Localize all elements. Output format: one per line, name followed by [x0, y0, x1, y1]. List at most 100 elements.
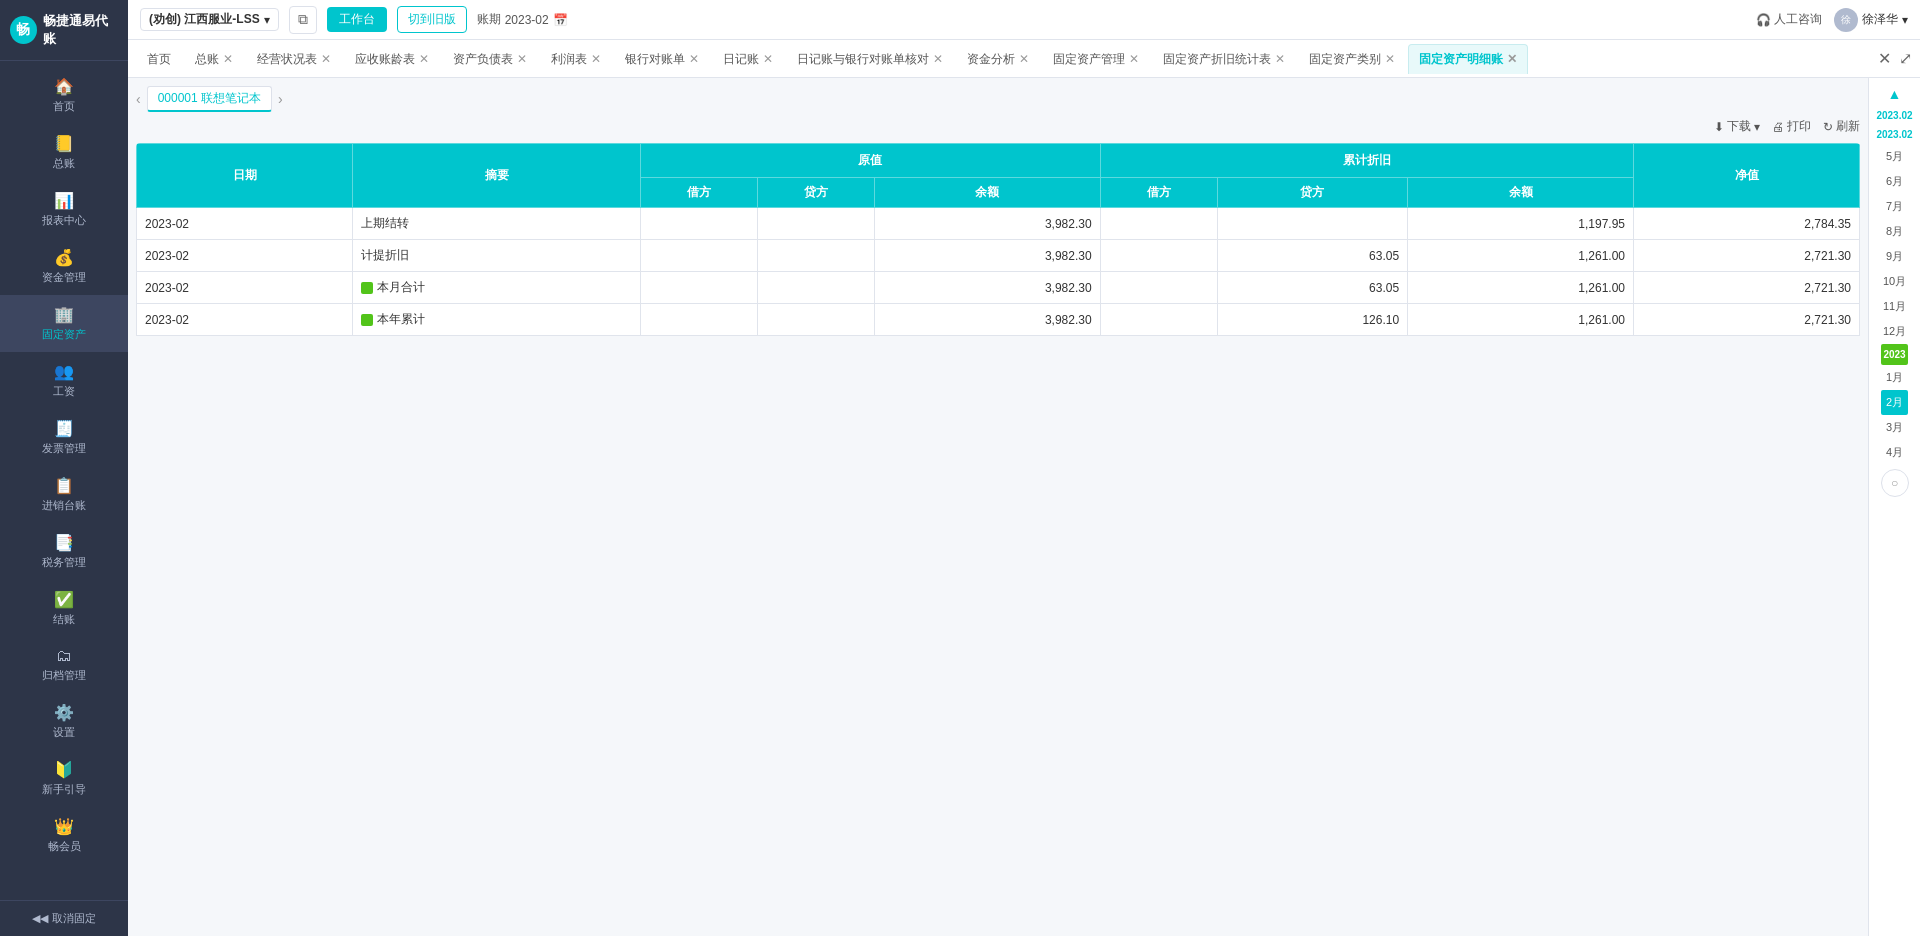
tab-status[interactable]: 经营状况表 ✕	[246, 44, 342, 74]
tab-fixed-mgmt[interactable]: 固定资产管理✕	[1042, 44, 1150, 74]
tab-close-journal[interactable]: ✕	[763, 52, 773, 66]
tab-close-profit[interactable]: ✕	[591, 52, 601, 66]
tab-fund[interactable]: 资金分析✕	[956, 44, 1040, 74]
expand-tabs-button[interactable]: ⤢	[1899, 49, 1912, 68]
tax-icon: 📑	[54, 533, 74, 552]
cell-orig-credit	[757, 304, 874, 336]
tab-label: 固定资产类别	[1309, 51, 1381, 68]
month-item-9月[interactable]: 9月	[1881, 244, 1908, 269]
breadcrumb-item[interactable]: 000001 联想笔记本	[147, 86, 272, 112]
tab-label: 经营状况表	[257, 51, 317, 68]
user-menu[interactable]: 徐 徐泽华 ▾	[1834, 8, 1908, 32]
sidebar-item-settlement[interactable]: ✅结账	[0, 580, 128, 637]
cell-summary: 上期结转	[353, 208, 640, 240]
month-item-8月[interactable]: 8月	[1881, 219, 1908, 244]
sidebar-item-invoice[interactable]: 🧾发票管理	[0, 409, 128, 466]
period-top-2[interactable]: 2023.02	[1869, 125, 1920, 144]
copy-button[interactable]: ⧉	[289, 6, 317, 34]
tab-label: 利润表	[551, 51, 587, 68]
month-item-4月[interactable]: 4月	[1881, 440, 1908, 465]
tab-close-bank-journal[interactable]: ✕	[933, 52, 943, 66]
tab-close-fixed-mgmt[interactable]: ✕	[1129, 52, 1139, 66]
scroll-circle-button[interactable]: ○	[1881, 469, 1909, 497]
breadcrumb-forward[interactable]: ›	[278, 91, 283, 107]
tab-close-ledger[interactable]: ✕	[223, 52, 233, 66]
sidebar-item-label: 结账	[53, 612, 75, 627]
sidebar-item-member[interactable]: 👑畅会员	[0, 807, 128, 864]
cell-orig-balance: 3,982.30	[874, 304, 1100, 336]
download-button[interactable]: ⬇ 下载 ▾	[1714, 118, 1760, 135]
sidebar-item-label: 设置	[53, 725, 75, 740]
sidebar-item-sales[interactable]: 📋进销台账	[0, 466, 128, 523]
cell-orig-debit	[640, 208, 757, 240]
month-item-7月[interactable]: 7月	[1881, 194, 1908, 219]
fixed-asset-detail-table: 日期 摘要 原值 累计折旧 净值 借方 贷方 余额 借方 贷方 余额	[136, 143, 1860, 336]
month-item-12月[interactable]: 12月	[1881, 319, 1908, 344]
sidebar-item-label: 首页	[53, 99, 75, 114]
tab-close-fixed-category[interactable]: ✕	[1385, 52, 1395, 66]
month-item-10月[interactable]: 10月	[1881, 269, 1908, 294]
month-item-11月[interactable]: 11月	[1881, 294, 1908, 319]
cell-accum-debit	[1100, 240, 1217, 272]
sidebar-item-ledger[interactable]: 📒总账	[0, 124, 128, 181]
tab-fixed-category[interactable]: 固定资产类别 ✕	[1298, 44, 1406, 74]
tab-assets[interactable]: 资产负债表✕	[442, 44, 538, 74]
sidebar-item-fund[interactable]: 💰资金管理	[0, 238, 128, 295]
cell-net-value: 2,721.30	[1634, 240, 1860, 272]
month-item-6月[interactable]: 6月	[1881, 169, 1908, 194]
period-top-1[interactable]: 2023.02	[1869, 106, 1920, 125]
close-all-tabs-button[interactable]: ✕	[1878, 49, 1891, 68]
month-item-5月[interactable]: 5月	[1881, 144, 1908, 169]
month-item-3月[interactable]: 3月	[1881, 415, 1908, 440]
sidebar-item-label: 畅会员	[48, 839, 81, 854]
workbench-button[interactable]: 工作台	[327, 7, 387, 32]
sidebar-item-fixed-assets[interactable]: 🏢固定资产	[0, 295, 128, 352]
tab-fixed-detail[interactable]: 固定资产明细账✕	[1408, 44, 1528, 74]
tab-close-bank[interactable]: ✕	[689, 52, 699, 66]
tab-ledger[interactable]: 总账✕	[184, 44, 244, 74]
month-item-2023[interactable]: 2023	[1881, 344, 1908, 365]
sidebar-item-reports[interactable]: 📊报表中心	[0, 181, 128, 238]
tab-home[interactable]: 首页	[136, 44, 182, 74]
sidebar-item-home[interactable]: 🏠首页	[0, 67, 128, 124]
refresh-button[interactable]: ↻ 刷新	[1823, 118, 1860, 135]
sidebar-item-payroll[interactable]: 👥工资	[0, 352, 128, 409]
cell-accum-balance: 1,261.00	[1408, 272, 1634, 304]
print-button[interactable]: 🖨 打印	[1772, 118, 1811, 135]
calendar-icon[interactable]: 📅	[553, 13, 568, 27]
month-item-2月[interactable]: 2月	[1881, 390, 1908, 415]
cell-summary: 本年累计	[353, 304, 640, 336]
tab-fixed-depreciation[interactable]: 固定资产折旧统计表✕	[1152, 44, 1296, 74]
scroll-up-arrow[interactable]: ▲	[1884, 82, 1906, 106]
tab-profit[interactable]: 利润表 ✕	[540, 44, 612, 74]
sidebar-item-settings[interactable]: ⚙️设置	[0, 693, 128, 750]
sidebar-item-archive[interactable]: 🗂归档管理	[0, 637, 128, 693]
tab-bank[interactable]: 银行对账单✕	[614, 44, 710, 74]
tab-close-fixed-detail[interactable]: ✕	[1507, 52, 1517, 66]
breadcrumb-back[interactable]: ‹	[136, 91, 141, 107]
tab-close-assets[interactable]: ✕	[517, 52, 527, 66]
ledger-icon: 📒	[54, 134, 74, 153]
tab-label: 首页	[147, 51, 171, 68]
cell-accum-credit	[1217, 208, 1407, 240]
tab-journal[interactable]: 日记账✕	[712, 44, 784, 74]
tab-close-receivable[interactable]: ✕	[419, 52, 429, 66]
sidebar-item-guide[interactable]: 🔰新手引导	[0, 750, 128, 807]
archive-icon: 🗂	[56, 647, 72, 665]
switch-version-button[interactable]: 切到旧版	[397, 6, 467, 33]
tab-bank-journal[interactable]: 日记账与银行对账单核对✕	[786, 44, 954, 74]
tab-close-fixed-depreciation[interactable]: ✕	[1275, 52, 1285, 66]
cell-net-value: 2,721.30	[1634, 304, 1860, 336]
company-selector[interactable]: (劝创) 江西服业-LSS ▾	[140, 8, 279, 31]
tab-close-status[interactable]: ✕	[321, 52, 331, 66]
cell-accum-balance: 1,261.00	[1408, 240, 1634, 272]
sidebar-item-tax[interactable]: 📑税务管理	[0, 523, 128, 580]
service-button[interactable]: 🎧 人工咨询	[1756, 11, 1822, 28]
tab-receivable[interactable]: 应收账龄表✕	[344, 44, 440, 74]
table-container: 日期 摘要 原值 累计折旧 净值 借方 贷方 余额 借方 贷方 余额	[136, 143, 1860, 928]
payroll-icon: 👥	[54, 362, 74, 381]
tab-close-fund[interactable]: ✕	[1019, 52, 1029, 66]
month-item-1月[interactable]: 1月	[1881, 365, 1908, 390]
download-icon: ⬇	[1714, 120, 1724, 134]
sidebar-pin[interactable]: ◀◀ 取消固定	[0, 900, 128, 936]
